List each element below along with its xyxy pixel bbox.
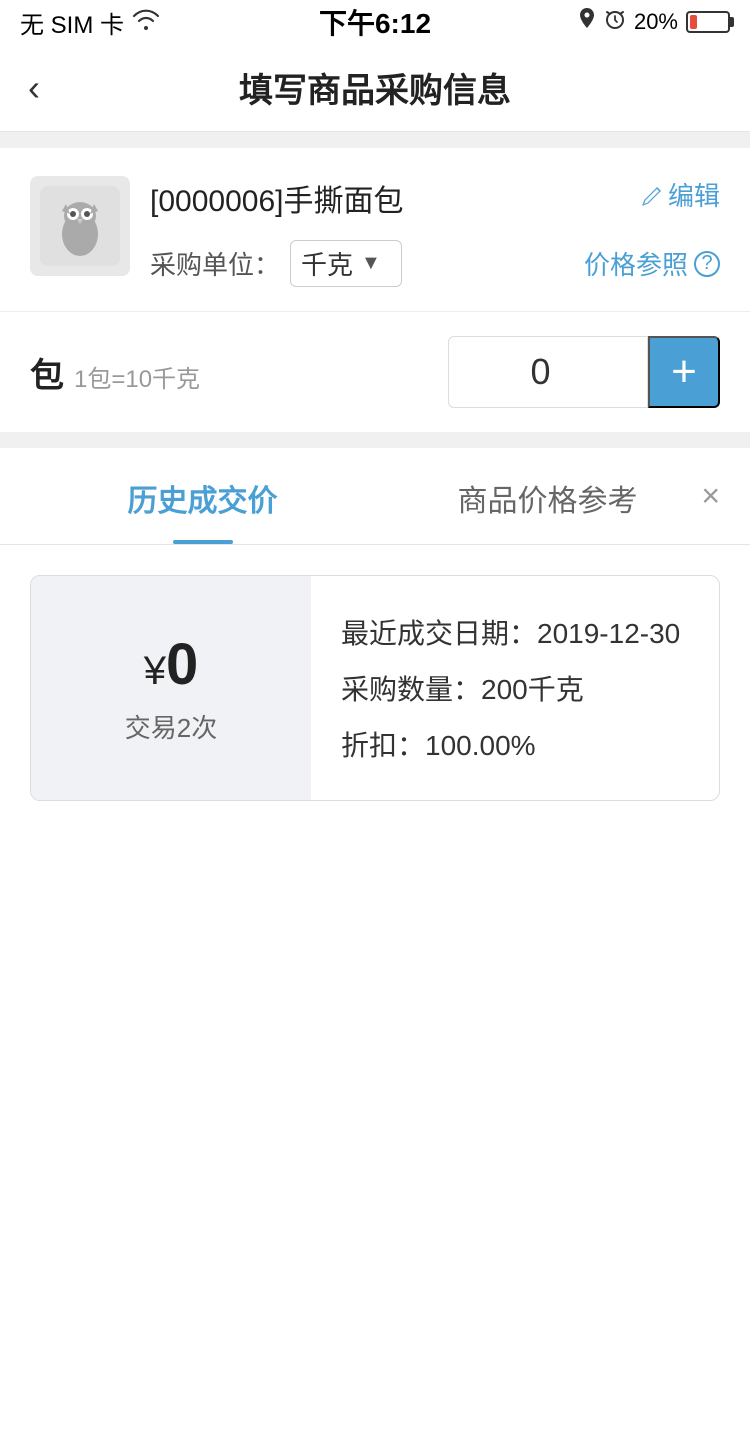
product-thumbnail (30, 176, 130, 276)
quantity-input[interactable] (448, 336, 648, 408)
tab-history[interactable]: 历史成交价 (30, 448, 375, 544)
history-detail-panel: 最近成交日期：2019-12-30 采购数量：200千克 折扣：100.00% (311, 576, 719, 800)
history-trade-count: 交易2次 (125, 708, 217, 745)
status-right: 20% (578, 8, 730, 36)
edit-label: 编辑 (668, 176, 720, 213)
price-ref-button[interactable]: 价格参照 ? (584, 245, 720, 282)
history-content: ¥0 交易2次 最近成交日期：2019-12-30 采购数量：200千克 折扣：… (0, 545, 750, 831)
recent-date-value: 2019-12-30 (537, 618, 680, 649)
nav-bar: ‹ 填写商品采购信息 (0, 44, 750, 132)
quantity-control: + (448, 336, 720, 408)
unit-value: 千克 (301, 245, 353, 282)
unit-label: 采购单位： (150, 245, 280, 282)
history-discount: 折扣：100.00% (341, 724, 689, 764)
quantity-plus-button[interactable]: + (648, 336, 720, 408)
quantity-row: 包 1包=10千克 + (0, 311, 750, 432)
location-icon (578, 8, 596, 36)
tab-close-button[interactable]: × (701, 478, 720, 515)
status-left: 无 SIM 卡 (20, 5, 160, 40)
product-card: [0000006]手撕面包 编辑 采购单位： 千克 ▼ 价格参照 ? (0, 148, 750, 311)
wifi-icon (132, 8, 160, 37)
price-value: 0 (166, 632, 198, 697)
purchase-qty-value: 200千克 (481, 674, 584, 705)
battery-percent: 20% (634, 9, 678, 35)
bottom-area (0, 831, 750, 1431)
page-title: 填写商品采购信息 (239, 63, 511, 112)
discount-value: 100.00% (425, 730, 536, 761)
price-symbol: ¥ (144, 649, 166, 693)
price-ref-label: 价格参照 (584, 245, 688, 282)
history-recent-date: 最近成交日期：2019-12-30 (341, 612, 689, 652)
tab-history-label: 历史成交价 (128, 485, 278, 518)
status-time: 下午6:12 (319, 2, 431, 42)
status-bar: 无 SIM 卡 下午6:12 20% (0, 0, 750, 44)
price-ref-help-icon: ? (694, 251, 720, 277)
history-purchase-qty: 采购数量：200千克 (341, 668, 689, 708)
tab-price-ref-label: 商品价格参考 (458, 485, 638, 518)
unit-select[interactable]: 千克 ▼ (290, 240, 402, 287)
product-info: [0000006]手撕面包 编辑 采购单位： 千克 ▼ 价格参照 ? (150, 176, 720, 287)
back-button[interactable]: ‹ (28, 67, 40, 109)
quantity-label: 包 1包=10千克 (30, 348, 200, 397)
alarm-icon (604, 8, 626, 36)
product-header: [0000006]手撕面包 编辑 (150, 176, 720, 220)
history-price-panel: ¥0 交易2次 (31, 576, 311, 800)
discount-label: 折扣： (341, 730, 425, 761)
battery-icon (686, 11, 730, 33)
recent-date-label: 最近成交日期： (341, 618, 537, 649)
history-price: ¥0 (144, 631, 199, 698)
tab-bar: 历史成交价 商品价格参考 × (0, 448, 750, 545)
unit-dropdown-arrow: ▼ (361, 252, 381, 275)
product-name: [0000006]手撕面包 (150, 176, 403, 220)
history-card: ¥0 交易2次 最近成交日期：2019-12-30 采购数量：200千克 折扣：… (30, 575, 720, 801)
quantity-unit: 包 (30, 348, 64, 397)
purchase-qty-label: 采购数量： (341, 674, 481, 705)
product-unit-row: 采购单位： 千克 ▼ 价格参照 ? (150, 240, 720, 287)
edit-button[interactable]: 编辑 (642, 176, 720, 213)
sim-status: 无 SIM 卡 (20, 5, 124, 40)
quantity-sub-label: 1包=10千克 (74, 359, 200, 394)
tab-price-ref[interactable]: 商品价格参考 (375, 448, 720, 544)
